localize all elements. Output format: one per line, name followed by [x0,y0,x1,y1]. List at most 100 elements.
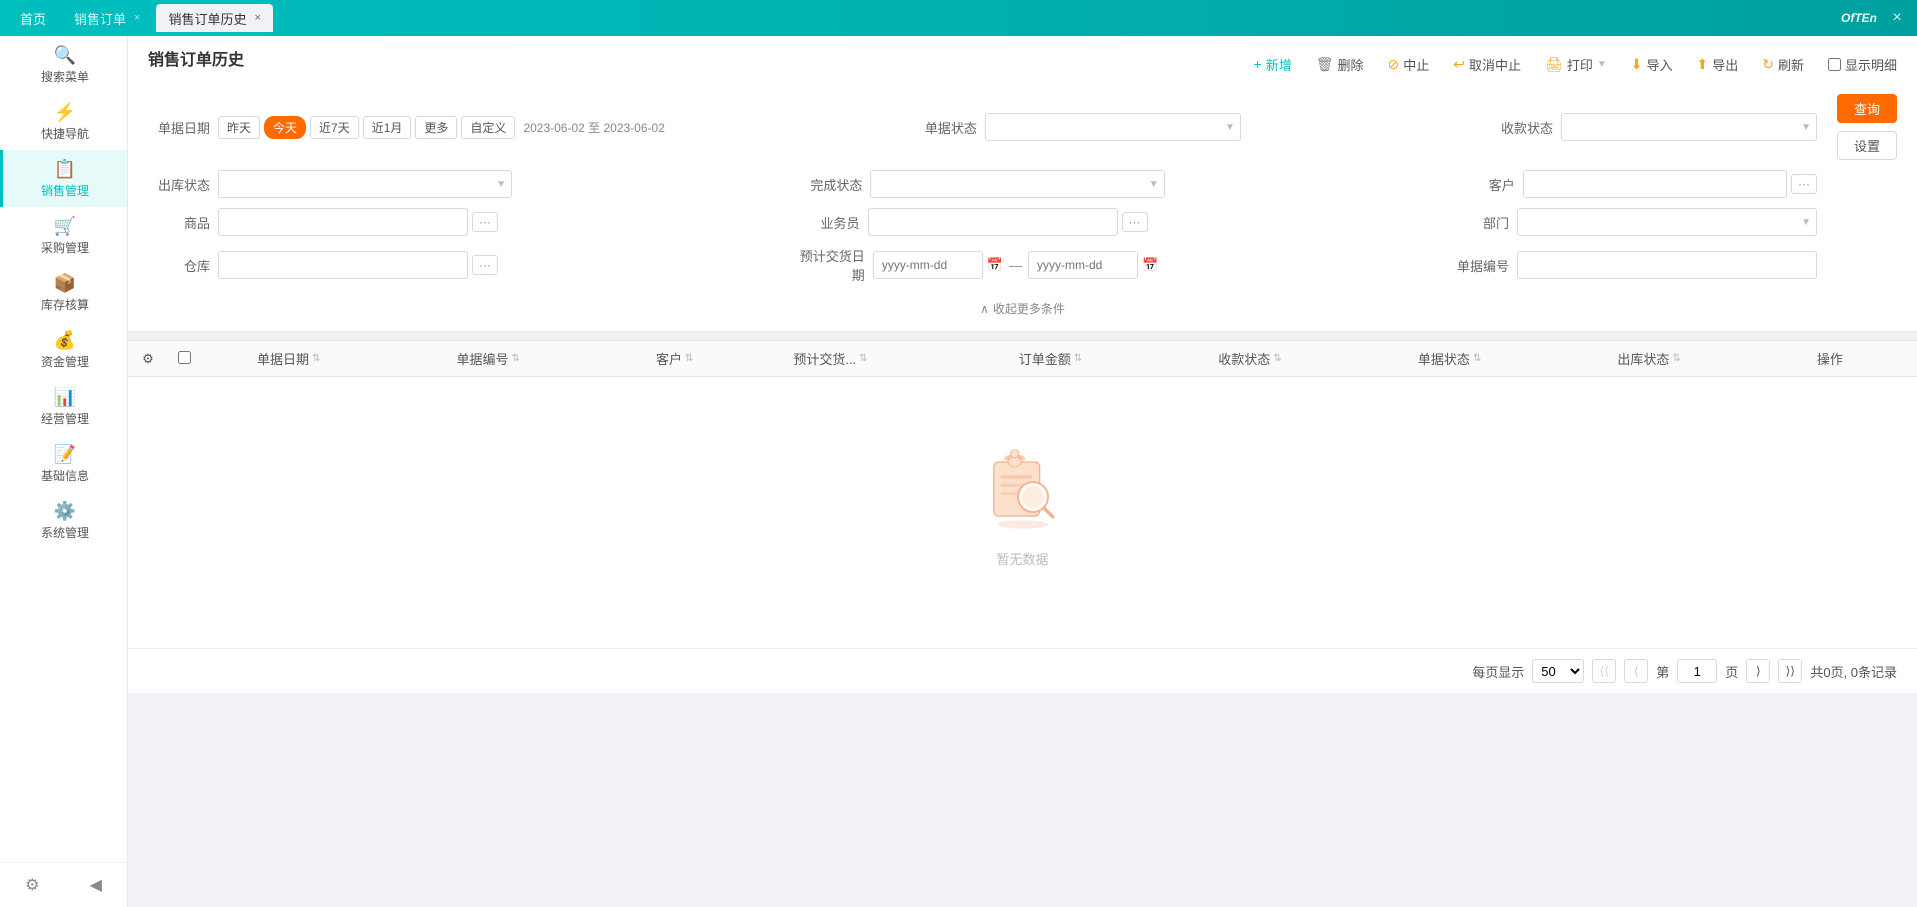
date-btn-yesterday[interactable]: 昨天 [218,116,260,139]
filter-settings-btn[interactable]: 设置 [1837,131,1897,160]
sidebar-settings-btn[interactable]: ⚙ [17,871,47,899]
salesperson-ellipsis-btn[interactable]: ··· [1122,212,1148,232]
table-settings-icon[interactable]: ⚙ [142,351,154,366]
export-btn[interactable]: ⬆ 导出 [1688,51,1746,78]
new-btn-label: 新增 [1266,55,1292,74]
first-page-btn[interactable]: ⟨⟨ [1592,659,1616,683]
cancel-stop-btn[interactable]: ↩ 取消中止 [1445,51,1529,78]
sidebar-item-operations[interactable]: 📊 经营管理 [0,378,127,435]
page-size-label: 每页显示 [1472,662,1524,681]
data-table: ⚙ 单据日期 ⇅ 单据编号 [128,340,1917,648]
sidebar-item-search-menu[interactable]: 🔍 搜索菜单 [0,36,127,93]
tab-sales-order-history-close[interactable]: × [254,12,260,24]
sidebar-collapse-btn[interactable]: ◀ [82,871,110,899]
page-num-input[interactable] [1677,659,1717,683]
sidebar-item-quick-nav[interactable]: ⚡ 快捷导航 [0,93,127,150]
payment-status-select[interactable] [1561,113,1817,141]
import-icon: ⬇ [1631,56,1643,73]
empty-illustration [973,437,1073,537]
th-expected-date-sort-icon: ⇅ [859,353,867,364]
sidebar-item-sales-mgmt[interactable]: 📋 销售管理 [0,150,127,207]
warehouse-ellipsis-btn[interactable]: ··· [472,255,498,275]
next-page-btn[interactable]: ⟩ [1746,659,1770,683]
last-page-btn[interactable]: ⟩⟩ [1778,659,1802,683]
filter-row-4: 仓库 ··· 预计交货日期 📅 — 📅 单据编号 [148,246,1897,284]
doc-no-input[interactable] [1517,251,1817,279]
doc-no-label: 单据编号 [1453,256,1517,275]
th-expected-date[interactable]: 预计交货... ⇅ [783,341,1008,377]
print-btn[interactable]: 🖨 打印 ▼ [1537,51,1615,78]
show-detail-label: 显示明细 [1845,55,1897,74]
salesperson-input[interactable] [868,208,1118,236]
refresh-btn[interactable]: ↻ 刷新 [1754,51,1812,78]
out-stock-select[interactable] [218,170,512,198]
dept-select-wrapper: ▼ [1517,208,1817,236]
page-size-select[interactable]: 50 20 100 [1532,659,1584,683]
collapse-bar[interactable]: ∧ 收起更多条件 [148,294,1897,319]
tab-sales-order-close[interactable]: × [134,12,140,24]
product-input[interactable] [218,208,468,236]
th-settings[interactable]: ⚙ [128,341,168,377]
delete-btn[interactable]: 🗑 删除 [1308,51,1372,78]
select-all-checkbox[interactable] [178,351,191,364]
tab-sales-order[interactable]: 销售订单 × [62,4,152,32]
product-label: 商品 [148,213,218,232]
show-detail-checkbox-label[interactable]: 显示明细 [1828,55,1897,74]
show-detail-checkbox[interactable] [1828,58,1841,71]
date-btn-1month[interactable]: 近1月 [363,116,412,139]
salesperson-label: 业务员 [804,213,868,232]
collapse-label: 收起更多条件 [993,300,1065,317]
stop-btn[interactable]: ⊘ 中止 [1380,51,1438,78]
order-status-select[interactable] [985,113,1241,141]
th-out-stock-status-label: 出库状态 [1617,349,1669,368]
tab-home[interactable]: 首页 [8,4,58,32]
sales-mgmt-icon: 📋 [54,160,76,178]
date-btn-more[interactable]: 更多 [415,116,457,139]
search-menu-icon: 🔍 [54,46,76,64]
new-btn[interactable]: + 新增 [1246,51,1300,78]
sidebar-item-base-info[interactable]: 📝 基础信息 [0,435,127,492]
delete-icon: 🗑 [1316,56,1334,73]
th-date[interactable]: 单据日期 ⇅ [247,341,447,377]
th-customer[interactable]: 客户 ⇅ [646,341,783,377]
dept-select[interactable] [1517,208,1817,236]
date-btn-7days[interactable]: 近7天 [310,116,359,139]
date-label: 单据日期 [148,118,218,137]
sidebar-item-finance[interactable]: 💰 资金管理 [0,321,127,378]
date-btn-custom[interactable]: 自定义 [461,116,515,139]
customer-ellipsis-btn[interactable]: ··· [1791,174,1817,194]
query-btn[interactable]: 查询 [1837,94,1897,123]
th-payment-status-sort-icon: ⇅ [1273,353,1281,364]
calendar-start-icon[interactable]: 📅 [987,257,1003,273]
th-out-stock-status[interactable]: 出库状态 ⇅ [1607,341,1807,377]
th-payment-status[interactable]: 收款状态 ⇅ [1208,341,1408,377]
th-doc-no-sort-icon: ⇅ [511,353,519,364]
th-customer-sort-icon: ⇅ [685,353,693,364]
customer-input[interactable] [1523,170,1787,198]
th-amount[interactable]: 订单金额 ⇅ [1009,341,1209,377]
expected-date-end[interactable] [1028,251,1138,279]
th-checkbox[interactable] [168,341,247,377]
th-doc-status[interactable]: 单据状态 ⇅ [1408,341,1608,377]
complete-select[interactable] [870,170,1164,198]
tab-sales-order-history[interactable]: 销售订单历史 × [156,4,272,32]
window-close-btn[interactable]: × [1885,6,1909,30]
collapse-up-icon: ∧ [980,302,989,316]
filter-row-2: 出库状态 ▼ 完成状态 ▼ 客户 [148,170,1897,198]
stop-icon: ⊘ [1388,56,1400,73]
sidebar-item-purchase-mgmt[interactable]: 🛒 采购管理 [0,207,127,264]
th-payment-status-label: 收款状态 [1218,349,1270,368]
sidebar: 🔍 搜索菜单 ⚡ 快捷导航 📋 销售管理 🛒 采购管理 📦 库存核算 💰 资金管… [0,36,128,907]
product-ellipsis-btn[interactable]: ··· [472,212,498,232]
date-btn-today[interactable]: 今天 [264,116,306,139]
order-status-label: 单据状态 [921,118,985,137]
import-btn[interactable]: ⬇ 导入 [1623,51,1681,78]
prev-page-btn[interactable]: ⟨ [1624,659,1648,683]
sidebar-item-inventory[interactable]: 📦 库存核算 [0,264,127,321]
warehouse-input[interactable] [218,251,468,279]
expected-date-start[interactable] [873,251,983,279]
tab-sales-order-label: 销售订单 [74,9,126,28]
sidebar-item-sys-mgmt[interactable]: ⚙️ 系统管理 [0,492,127,549]
th-doc-no[interactable]: 单据编号 ⇅ [446,341,646,377]
calendar-end-icon[interactable]: 📅 [1142,257,1158,273]
